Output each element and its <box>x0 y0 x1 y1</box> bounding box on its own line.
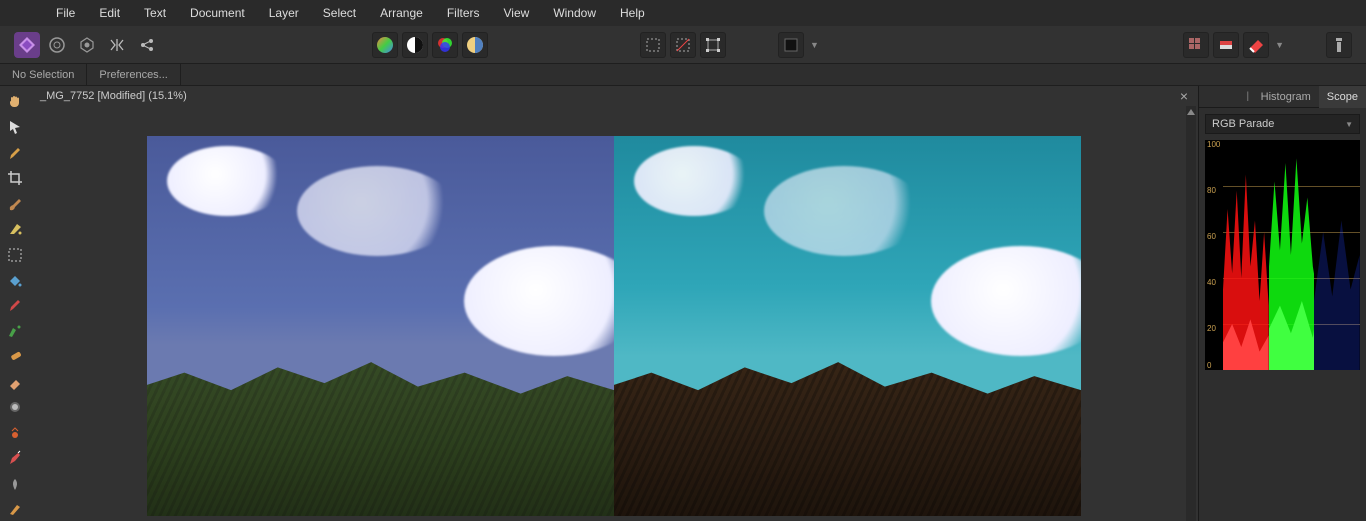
info-icon[interactable] <box>1326 32 1352 58</box>
menu-filters[interactable]: Filters <box>435 0 492 26</box>
menu-edit[interactable]: Edit <box>87 0 132 26</box>
scope-mode-select[interactable]: RGB Parade ▼ <box>1205 114 1360 134</box>
canvas-before <box>147 136 614 516</box>
healing-tool-icon[interactable] <box>2 345 28 368</box>
swatch-caret-icon[interactable]: ▼ <box>810 40 819 50</box>
flood-tool-icon[interactable] <box>2 217 28 240</box>
vertical-scrollbar[interactable] <box>1186 106 1196 521</box>
menu-view[interactable]: View <box>492 0 542 26</box>
document-title: _MG_7752 [Modified] (15.1%) <box>40 90 187 102</box>
crop-tool-icon[interactable] <box>2 166 28 189</box>
marquee-tool-icon[interactable] <box>2 243 28 266</box>
swatch-icon[interactable] <box>778 32 804 58</box>
scope-tick: 80 <box>1207 186 1216 195</box>
move-tool-icon[interactable] <box>2 115 28 138</box>
close-document-icon[interactable]: × <box>1170 88 1198 104</box>
toolbar: ▼ ▼ <box>0 26 1366 64</box>
scope-green-channel <box>1269 140 1315 370</box>
tab-scope[interactable]: Scope <box>1319 86 1366 108</box>
menu-document[interactable]: Document <box>178 0 257 26</box>
dodge-tool-icon[interactable] <box>2 472 28 495</box>
share-icon[interactable] <box>134 32 160 58</box>
rgb-circle-icon[interactable] <box>432 32 458 58</box>
info-bar: No Selection Preferences... <box>0 64 1366 86</box>
selection-handles-icon[interactable] <box>700 32 726 58</box>
scope-tick: 40 <box>1207 278 1216 287</box>
scope-tick: 100 <box>1207 140 1220 149</box>
paint-brush-tool-icon[interactable] <box>2 192 28 215</box>
right-panel: || Histogram Scope RGB Parade ▼ 100 80 6… <box>1198 86 1366 521</box>
scope-tick: 20 <box>1207 324 1216 333</box>
document-tab[interactable]: _MG_7752 [Modified] (15.1%) <box>30 90 197 102</box>
mirror-icon[interactable] <box>104 32 130 58</box>
gradient-tool-icon[interactable] <box>2 294 28 317</box>
selection-dashed-icon[interactable] <box>640 32 666 58</box>
eraser-red-icon[interactable] <box>1243 32 1269 58</box>
menu-text[interactable]: Text <box>132 0 178 26</box>
selection-diagonal-icon[interactable] <box>670 32 696 58</box>
grid-snap-icon[interactable] <box>1183 32 1209 58</box>
selection-status: No Selection <box>0 64 87 85</box>
split-circle-icon[interactable] <box>462 32 488 58</box>
preferences-link[interactable]: Preferences... <box>87 64 180 85</box>
fill-tool-icon[interactable] <box>2 268 28 291</box>
hand-tool-icon[interactable] <box>2 90 28 113</box>
canvas-after <box>614 136 1081 516</box>
blur-tool-icon[interactable] <box>2 396 28 419</box>
bw-circle-icon[interactable] <box>402 32 428 58</box>
scope-blue-channel <box>1314 140 1360 370</box>
gradient-wheel-icon[interactable] <box>372 32 398 58</box>
chevron-down-icon: ▼ <box>1345 120 1353 129</box>
menu-select[interactable]: Select <box>311 0 368 26</box>
develop-persona-icon[interactable] <box>74 32 100 58</box>
tab-histogram[interactable]: Histogram <box>1253 86 1319 108</box>
smudge-tool-icon[interactable] <box>2 498 28 521</box>
scope-tick: 0 <box>1207 361 1211 370</box>
panel-drag-handle-icon[interactable]: || <box>1241 91 1253 102</box>
document-area: _MG_7752 [Modified] (15.1%) × <box>30 86 1198 521</box>
menu-help[interactable]: Help <box>608 0 657 26</box>
liquify-persona-icon[interactable] <box>44 32 70 58</box>
retouch-tool-icon[interactable] <box>2 447 28 470</box>
menu-bar: File Edit Text Document Layer Select Arr… <box>0 0 1366 26</box>
menu-window[interactable]: Window <box>541 0 608 26</box>
scope-red-channel <box>1223 140 1269 370</box>
eraser-tool-icon[interactable] <box>2 370 28 393</box>
color-picker-tool-icon[interactable] <box>2 141 28 164</box>
tools-rail <box>0 86 30 521</box>
menu-file[interactable]: File <box>44 0 87 26</box>
menu-arrange[interactable]: Arrange <box>368 0 435 26</box>
menu-layer[interactable]: Layer <box>257 0 311 26</box>
scope-view: 100 80 60 40 20 0 <box>1205 140 1360 370</box>
photo-persona-icon[interactable] <box>14 32 40 58</box>
eraser-caret-icon[interactable]: ▼ <box>1275 40 1284 50</box>
clone-tool-icon[interactable] <box>2 319 28 342</box>
scope-mode-value: RGB Parade <box>1212 118 1274 130</box>
flag-icon[interactable] <box>1213 32 1239 58</box>
canvas[interactable] <box>30 106 1198 521</box>
redeye-tool-icon[interactable] <box>2 421 28 444</box>
scope-tick: 60 <box>1207 232 1216 241</box>
